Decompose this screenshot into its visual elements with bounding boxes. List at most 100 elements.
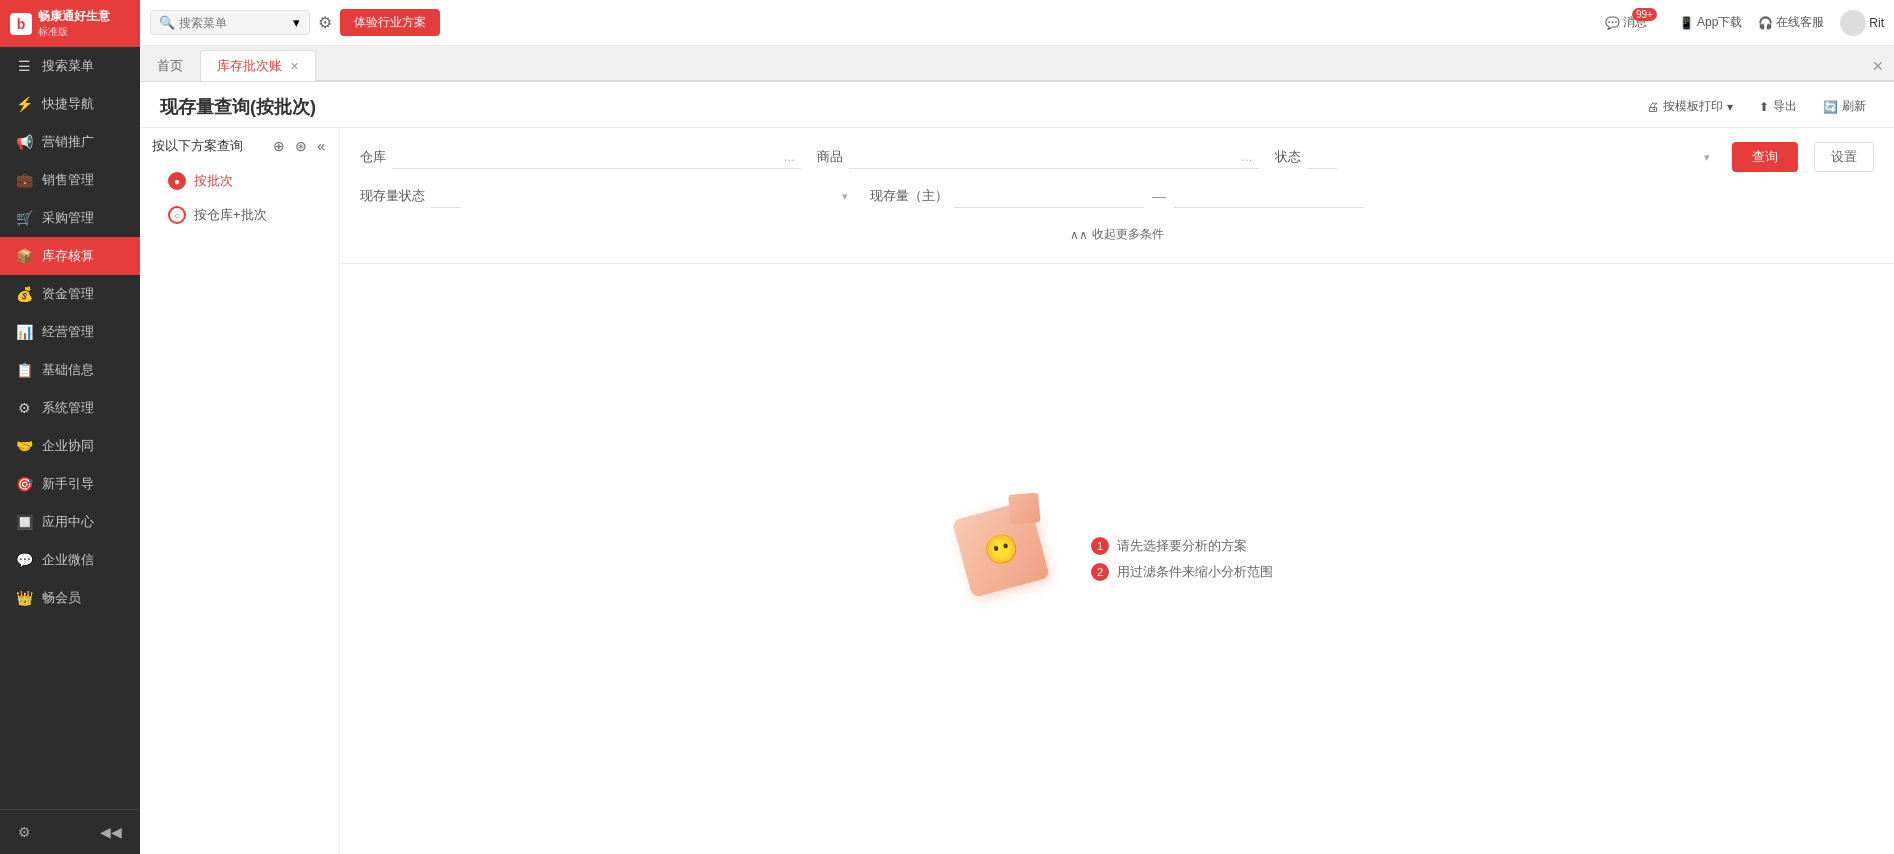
collapse-more-btn[interactable]: ∧∧ 收起更多条件 [360, 220, 1874, 249]
print-dropdown-icon: ▾ [1727, 100, 1733, 114]
sidebar-item-enterprise[interactable]: 🤝 企业协同 [0, 427, 140, 465]
stock-amount-range: — [954, 184, 1364, 208]
sidebar-item-member[interactable]: 👑 畅会员 [0, 579, 140, 617]
empty-state: 😶 1 请先选择要分析的方案 2 用过滤条件来缩小分析范围 [340, 264, 1894, 854]
sidebar-icon-newbie: 🎯 [14, 476, 34, 492]
sidebar-item-marketing[interactable]: 📢 营销推广 [0, 123, 140, 161]
status-select-wrap [1307, 145, 1716, 169]
empty-tips: 1 请先选择要分析的方案 2 用过滤条件来缩小分析范围 [1091, 537, 1273, 581]
company-name: 畅康通好生意 [38, 8, 110, 25]
collapse-panel-btn[interactable]: « [315, 136, 327, 156]
plan-item-batch[interactable]: ● 按批次 [140, 164, 339, 198]
tab-inventory-batch-label: 库存批次账 [217, 57, 282, 75]
content-area: 现存量查询(按批次) 🖨 按模板打印 ▾ ⬆ 导出 🔄 刷新 [140, 82, 1894, 854]
settings-footer-btn[interactable]: ⚙ [14, 820, 35, 844]
collapse-sidebar-btn[interactable]: ◀◀ [96, 820, 126, 844]
sidebar-icon-marketing: 📢 [14, 134, 34, 150]
sidebar-item-inventory[interactable]: 📦 库存核算 [0, 237, 140, 275]
goods-suffix[interactable]: … [1241, 150, 1253, 164]
status-label: 状态 [1275, 148, 1301, 166]
print-icon: 🖨 [1647, 100, 1659, 114]
tabs-bar: 首页 库存批次账 ✕ ✕ [140, 46, 1894, 82]
tip-text-1: 请先选择要分析的方案 [1117, 537, 1247, 555]
tab-home[interactable]: 首页 [140, 50, 200, 81]
sidebar-label-inventory: 库存核算 [42, 247, 94, 265]
topbar-right: 💬 消息 99+ 📱 App下载 🎧 在线客服 Rit [1605, 10, 1884, 36]
left-panel-header-actions: ⊕ ⊛ « [271, 136, 327, 156]
app-logo: b [10, 13, 32, 35]
empty-icon-inner: 😶 [952, 500, 1050, 598]
sidebar-item-app-center[interactable]: 🔲 应用中心 [0, 503, 140, 541]
refresh-label: 刷新 [1842, 98, 1866, 115]
sidebar-label-system: 系统管理 [42, 399, 94, 417]
sidebar-item-wechat[interactable]: 💬 企业微信 [0, 541, 140, 579]
tip-num-2: 2 [1091, 563, 1109, 581]
goods-input[interactable] [849, 145, 1258, 169]
sidebar-item-search[interactable]: ☰ 搜索菜单 [0, 47, 140, 85]
sidebar-item-purchase[interactable]: 🛒 采购管理 [0, 199, 140, 237]
stock-amount-to[interactable] [1174, 184, 1364, 208]
print-btn[interactable]: 🖨 按模板打印 ▾ [1639, 94, 1741, 119]
stock-amount-filter: 现存量（主） — [870, 184, 1364, 208]
status-filter: 状态 [1275, 145, 1716, 169]
close-tab-icon[interactable]: ✕ [290, 60, 299, 73]
sidebar-icon-inventory: 📦 [14, 248, 34, 264]
plan-icon-warehouse-batch: ○ [168, 206, 186, 224]
warehouse-suffix[interactable]: … [783, 150, 795, 164]
print-label: 按模板打印 [1663, 98, 1723, 115]
collapse-arrow-icon: ∧∧ [1070, 228, 1088, 242]
sidebar-footer: ⚙ ◀◀ [0, 809, 140, 854]
messages-btn[interactable]: 💬 消息 99+ [1605, 14, 1647, 31]
main-area: 🔍 ▾ ⚙ 体验行业方案 💬 消息 99+ 📱 App下载 🎧 在线客服 [140, 0, 1894, 854]
sidebar-item-operations[interactable]: 📊 经营管理 [0, 313, 140, 351]
sidebar-label-wechat: 企业微信 [42, 551, 94, 569]
refresh-btn[interactable]: 🔄 刷新 [1815, 94, 1874, 119]
topbar-settings-icon[interactable]: ⚙ [318, 13, 332, 32]
close-page-btn[interactable]: ✕ [1872, 58, 1884, 74]
topbar-search-box[interactable]: 🔍 ▾ [150, 10, 310, 35]
sidebar-item-finance[interactable]: 💰 资金管理 [0, 275, 140, 313]
sidebar-icon-search: ☰ [14, 58, 34, 74]
status-select[interactable] [1307, 145, 1337, 169]
experience-industry-button[interactable]: 体验行业方案 [340, 9, 440, 36]
dropdown-icon: ▾ [293, 15, 300, 30]
empty-icon-face: 😶 [980, 529, 1022, 570]
query-button[interactable]: 查询 [1732, 142, 1798, 172]
plan-item-warehouse-batch[interactable]: ○ 按仓库+批次 [140, 198, 339, 232]
range-dash: — [1152, 188, 1166, 204]
settings-button[interactable]: 设置 [1814, 142, 1874, 172]
sidebar-nav: ☰ 搜索菜单 ⚡ 快捷导航 📢 营销推广 💼 销售管理 🛒 采购管理 📦 库存核… [0, 47, 140, 809]
sidebar-item-quick-nav[interactable]: ⚡ 快捷导航 [0, 85, 140, 123]
sidebar-label-quick-nav: 快捷导航 [42, 95, 94, 113]
export-btn[interactable]: ⬆ 导出 [1751, 94, 1805, 119]
warehouse-filter: 仓库 … [360, 145, 801, 169]
online-service-btn[interactable]: 🎧 在线客服 [1758, 14, 1824, 31]
empty-tip-2: 2 用过滤条件来缩小分析范围 [1091, 563, 1273, 581]
settings-plan-btn[interactable]: ⊛ [293, 136, 309, 156]
add-plan-btn[interactable]: ⊕ [271, 136, 287, 156]
sidebar-label-enterprise: 企业协同 [42, 437, 94, 455]
tab-inventory-batch[interactable]: 库存批次账 ✕ [200, 50, 316, 81]
page-title: 现存量查询(按批次) [160, 95, 316, 119]
sidebar: b 畅康通好生意 标准版 ☰ 搜索菜单 ⚡ 快捷导航 📢 营销推广 💼 销售管理… [0, 0, 140, 854]
empty-tip-1: 1 请先选择要分析的方案 [1091, 537, 1273, 555]
user-avatar-btn[interactable]: Rit [1840, 10, 1884, 36]
sidebar-icon-enterprise: 🤝 [14, 438, 34, 454]
app-download-btn[interactable]: 📱 App下载 [1679, 14, 1742, 31]
plan-icon-batch: ● [168, 172, 186, 190]
search-input[interactable] [179, 16, 289, 30]
sidebar-item-basics[interactable]: 📋 基础信息 [0, 351, 140, 389]
stock-status-select[interactable] [431, 184, 461, 208]
warehouse-label: 仓库 [360, 148, 386, 166]
sidebar-icon-quick-nav: ⚡ [14, 96, 34, 112]
warehouse-input[interactable] [392, 145, 801, 169]
stock-amount-from[interactable] [954, 184, 1144, 208]
sidebar-icon-member: 👑 [14, 590, 34, 606]
sidebar-item-system[interactable]: ⚙ 系统管理 [0, 389, 140, 427]
sidebar-label-search: 搜索菜单 [42, 57, 94, 75]
sidebar-item-sales[interactable]: 💼 销售管理 [0, 161, 140, 199]
sidebar-item-newbie[interactable]: 🎯 新手引导 [0, 465, 140, 503]
username-label: Rit [1869, 16, 1884, 30]
collapse-more-label: 收起更多条件 [1092, 226, 1164, 243]
filter-area: 仓库 … 商品 … [340, 128, 1894, 264]
